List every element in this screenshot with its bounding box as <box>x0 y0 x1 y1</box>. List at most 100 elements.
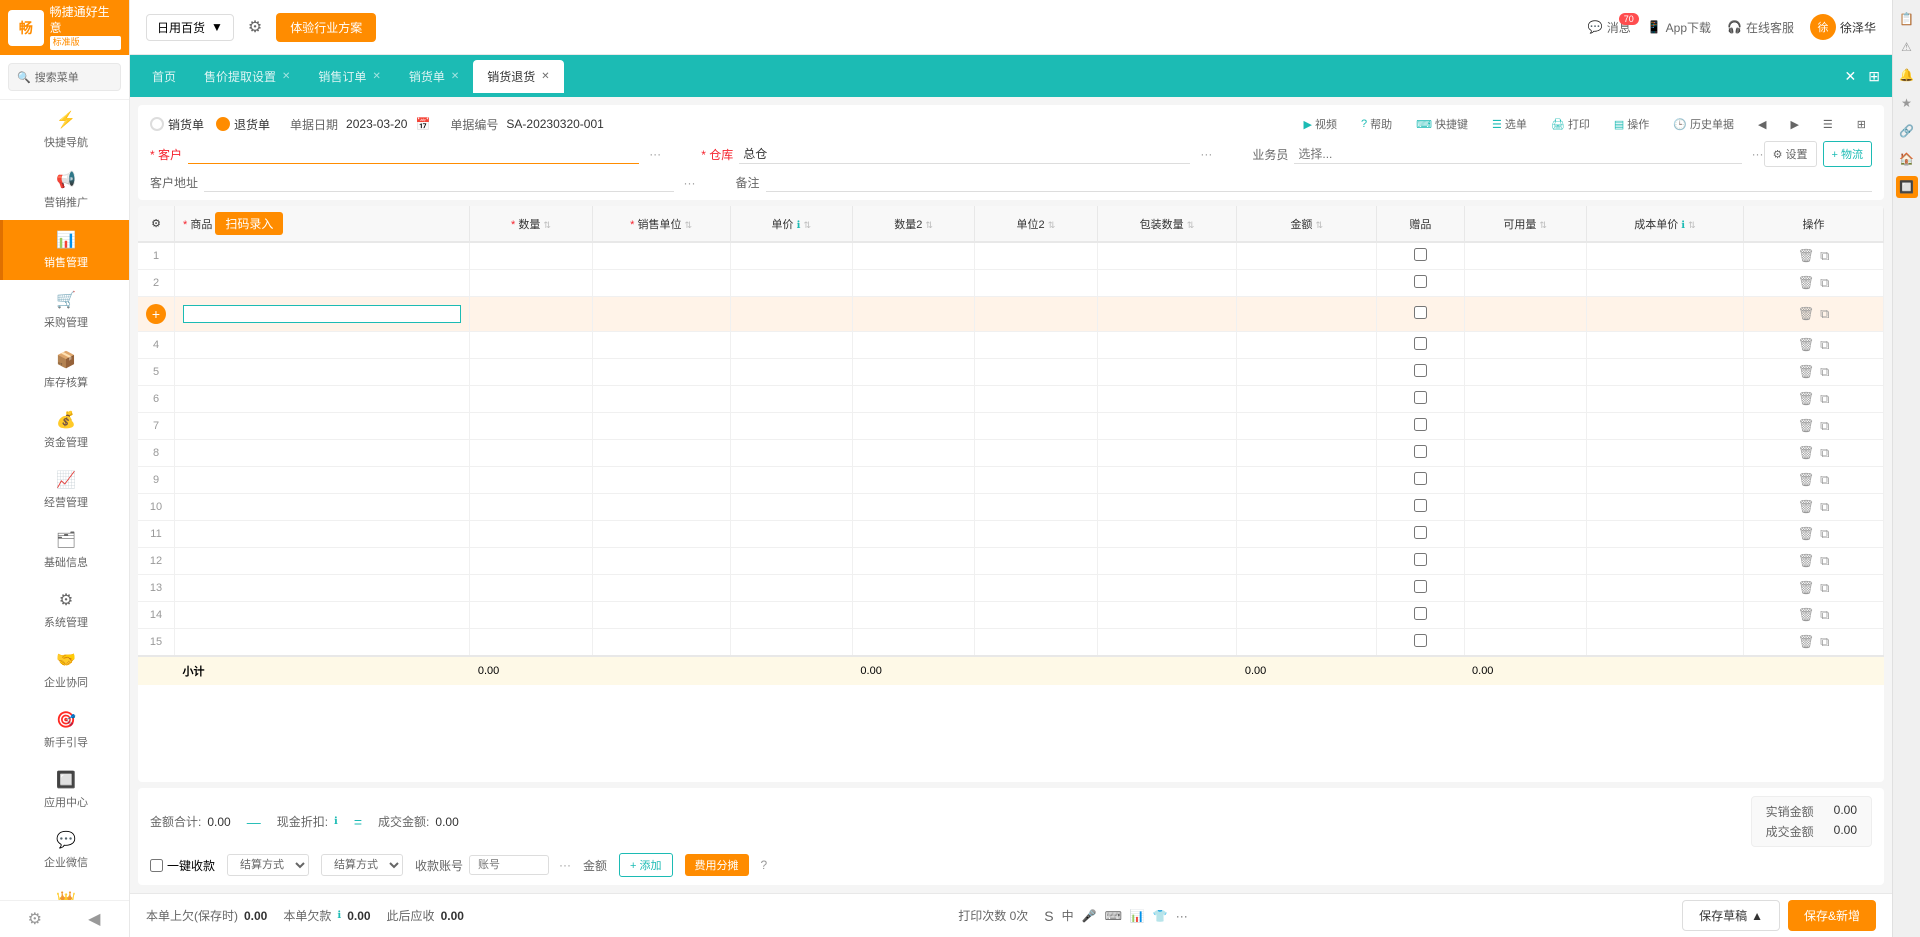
cost-sort-icon[interactable]: ⇅ <box>1688 220 1696 230</box>
sidebar-item-system[interactable]: ⚙ 系统管理 <box>0 580 129 640</box>
delete-row-button[interactable]: 🗑 <box>1798 418 1815 434</box>
copy-row-button[interactable]: ⧉ <box>1820 306 1829 322</box>
qty-cell[interactable] <box>470 242 592 270</box>
add-row-button[interactable]: + <box>146 304 166 324</box>
app-download-button[interactable]: 📱 App下载 <box>1647 19 1711 36</box>
warehouse-select-icon[interactable]: ··· <box>1200 147 1212 161</box>
operate-btn[interactable]: ▤ 操作 <box>1608 113 1655 135</box>
gift-checkbox[interactable] <box>1414 337 1427 350</box>
unit2-cell[interactable] <box>975 242 1097 270</box>
right-panel-btn-5[interactable]: 🔗 <box>1896 120 1918 142</box>
qty-sort-icon[interactable]: ⇅ <box>543 220 551 230</box>
copy-row-button[interactable]: ⧉ <box>1820 553 1829 569</box>
delete-row-button[interactable]: 🗑 <box>1798 364 1815 380</box>
copy-row-button[interactable]: ⧉ <box>1820 499 1829 515</box>
delete-row-button[interactable]: 🗑 <box>1798 337 1815 353</box>
delete-row-button[interactable]: 🗑 <box>1798 275 1815 291</box>
discount-info-icon[interactable]: ℹ <box>334 816 338 827</box>
scan-entry-button[interactable]: 扫码录入 <box>215 212 283 235</box>
select-bill-btn[interactable]: ☰ 选单 <box>1486 113 1533 135</box>
shortcut-btn[interactable]: ⌨ 快捷键 <box>1410 113 1474 135</box>
copy-row-button[interactable]: ⧉ <box>1820 275 1829 291</box>
copy-row-button[interactable]: ⧉ <box>1820 445 1829 461</box>
expense-split-button[interactable]: 费用分摊 <box>685 854 749 876</box>
single-debt-info-icon[interactable]: ℹ <box>337 910 341 921</box>
qty2-sort-icon[interactable]: ⇅ <box>925 220 933 230</box>
gift-checkbox[interactable] <box>1414 634 1427 647</box>
video-btn[interactable]: ▶ 视频 <box>1298 113 1343 135</box>
customer-input[interactable] <box>188 145 639 164</box>
tab-close-return[interactable]: ✕ <box>541 71 549 82</box>
sidebar-item-shortcut[interactable]: ⚡ 快捷导航 <box>0 100 129 160</box>
right-panel-btn-4[interactable]: ★ <box>1896 92 1918 114</box>
table-settings-icon[interactable]: ⚙ <box>151 218 161 230</box>
price-info-icon[interactable]: ℹ <box>797 220 801 231</box>
gift-cell[interactable] <box>1377 242 1464 270</box>
delete-row-button[interactable]: 🗑 <box>1798 526 1815 542</box>
prev-bill-btn[interactable]: ◀ <box>1752 115 1772 134</box>
address-input[interactable] <box>204 173 674 192</box>
price-cell[interactable] <box>730 242 852 270</box>
delete-row-button[interactable]: 🗑 <box>1798 391 1815 407</box>
right-panel-btn-1[interactable]: 📋 <box>1896 8 1918 30</box>
tab-close-all-button[interactable]: ✕ <box>1841 64 1861 89</box>
delete-row-button[interactable]: 🗑 <box>1798 306 1815 322</box>
right-panel-btn-7[interactable]: 🔲 <box>1896 176 1918 198</box>
calendar-icon[interactable]: 📅 <box>415 117 430 131</box>
topbar-settings-button[interactable]: ⚙ <box>244 13 266 41</box>
avail-sort-icon[interactable]: ⇅ <box>1539 220 1547 230</box>
form-logistics-button[interactable]: + 物流 <box>1823 141 1873 167</box>
sidebar-settings-button[interactable]: ⚙ <box>8 909 62 929</box>
copy-row-button[interactable]: ⧉ <box>1820 248 1829 264</box>
warehouse-input[interactable] <box>739 145 1190 164</box>
settlement-method-select[interactable]: 结算方式 <box>227 854 309 876</box>
calc-method-select[interactable]: 结算方式 <box>321 854 403 876</box>
gift-checkbox[interactable] <box>1414 248 1427 261</box>
print-btn[interactable]: 🖨 打印 <box>1545 113 1596 135</box>
unit-sort-icon[interactable]: ⇅ <box>685 220 693 230</box>
sidebar-item-purchase[interactable]: 🛒 采购管理 <box>0 280 129 340</box>
customer-select-icon[interactable]: ··· <box>649 147 661 161</box>
list-view-btn[interactable]: ☰ <box>1817 115 1839 134</box>
active-goods-cell[interactable] <box>175 297 470 332</box>
gift-checkbox[interactable] <box>1414 445 1427 458</box>
address-select-icon[interactable]: ··· <box>684 176 696 190</box>
tab-close-order[interactable]: ✕ <box>372 71 380 82</box>
gift-checkbox[interactable] <box>1414 418 1427 431</box>
qty2-cell[interactable] <box>852 242 974 270</box>
add-payment-button[interactable]: + 添加 <box>619 853 673 877</box>
goods-input[interactable] <box>183 305 461 323</box>
save-draft-button[interactable]: 保存草稿 ▲ <box>1682 900 1780 931</box>
copy-row-button[interactable]: ⧉ <box>1820 526 1829 542</box>
gift-checkbox[interactable] <box>1414 580 1427 593</box>
right-panel-btn-2[interactable]: ⚠ <box>1896 36 1918 58</box>
unit-cell[interactable] <box>592 242 730 270</box>
copy-row-button[interactable]: ⧉ <box>1820 607 1829 623</box>
delete-row-button[interactable]: 🗑 <box>1798 607 1815 623</box>
right-panel-btn-3[interactable]: 🔔 <box>1896 64 1918 86</box>
salesperson-select-icon[interactable]: ··· <box>1752 147 1764 161</box>
copy-row-button[interactable]: ⧉ <box>1820 391 1829 407</box>
unit2-sort-icon[interactable]: ⇅ <box>1048 220 1056 230</box>
tab-expand-button[interactable]: ⊞ <box>1864 64 1884 89</box>
delete-row-button[interactable]: 🗑 <box>1798 499 1815 515</box>
account-select-icon[interactable]: ··· <box>559 858 571 872</box>
online-service-button[interactable]: 🎧 在线客服 <box>1727 19 1794 36</box>
next-bill-btn[interactable]: ▶ <box>1784 115 1804 134</box>
gift-checkbox[interactable] <box>1414 607 1427 620</box>
pack-cell[interactable] <box>1097 242 1237 270</box>
cost-cell[interactable] <box>1586 242 1743 270</box>
cost-info-icon[interactable]: ℹ <box>1681 220 1685 231</box>
form-settings-button[interactable]: ⚙ 设置 <box>1764 141 1817 167</box>
gift-checkbox[interactable] <box>1414 553 1427 566</box>
copy-row-button[interactable]: ⧉ <box>1820 418 1829 434</box>
trial-plan-button[interactable]: 体验行业方案 <box>276 13 376 42</box>
one-click-pay-checkbox[interactable] <box>150 859 163 872</box>
amount-sort-icon[interactable]: ⇅ <box>1316 220 1324 230</box>
gift-checkbox[interactable] <box>1414 472 1427 485</box>
delete-row-button[interactable]: 🗑 <box>1798 580 1815 596</box>
copy-row-button[interactable]: ⧉ <box>1820 580 1829 596</box>
sidebar-item-member[interactable]: 👑 畅会员 <box>0 880 129 900</box>
copy-row-button[interactable]: ⧉ <box>1820 364 1829 380</box>
sidebar-item-finance[interactable]: 💰 资金管理 <box>0 400 129 460</box>
